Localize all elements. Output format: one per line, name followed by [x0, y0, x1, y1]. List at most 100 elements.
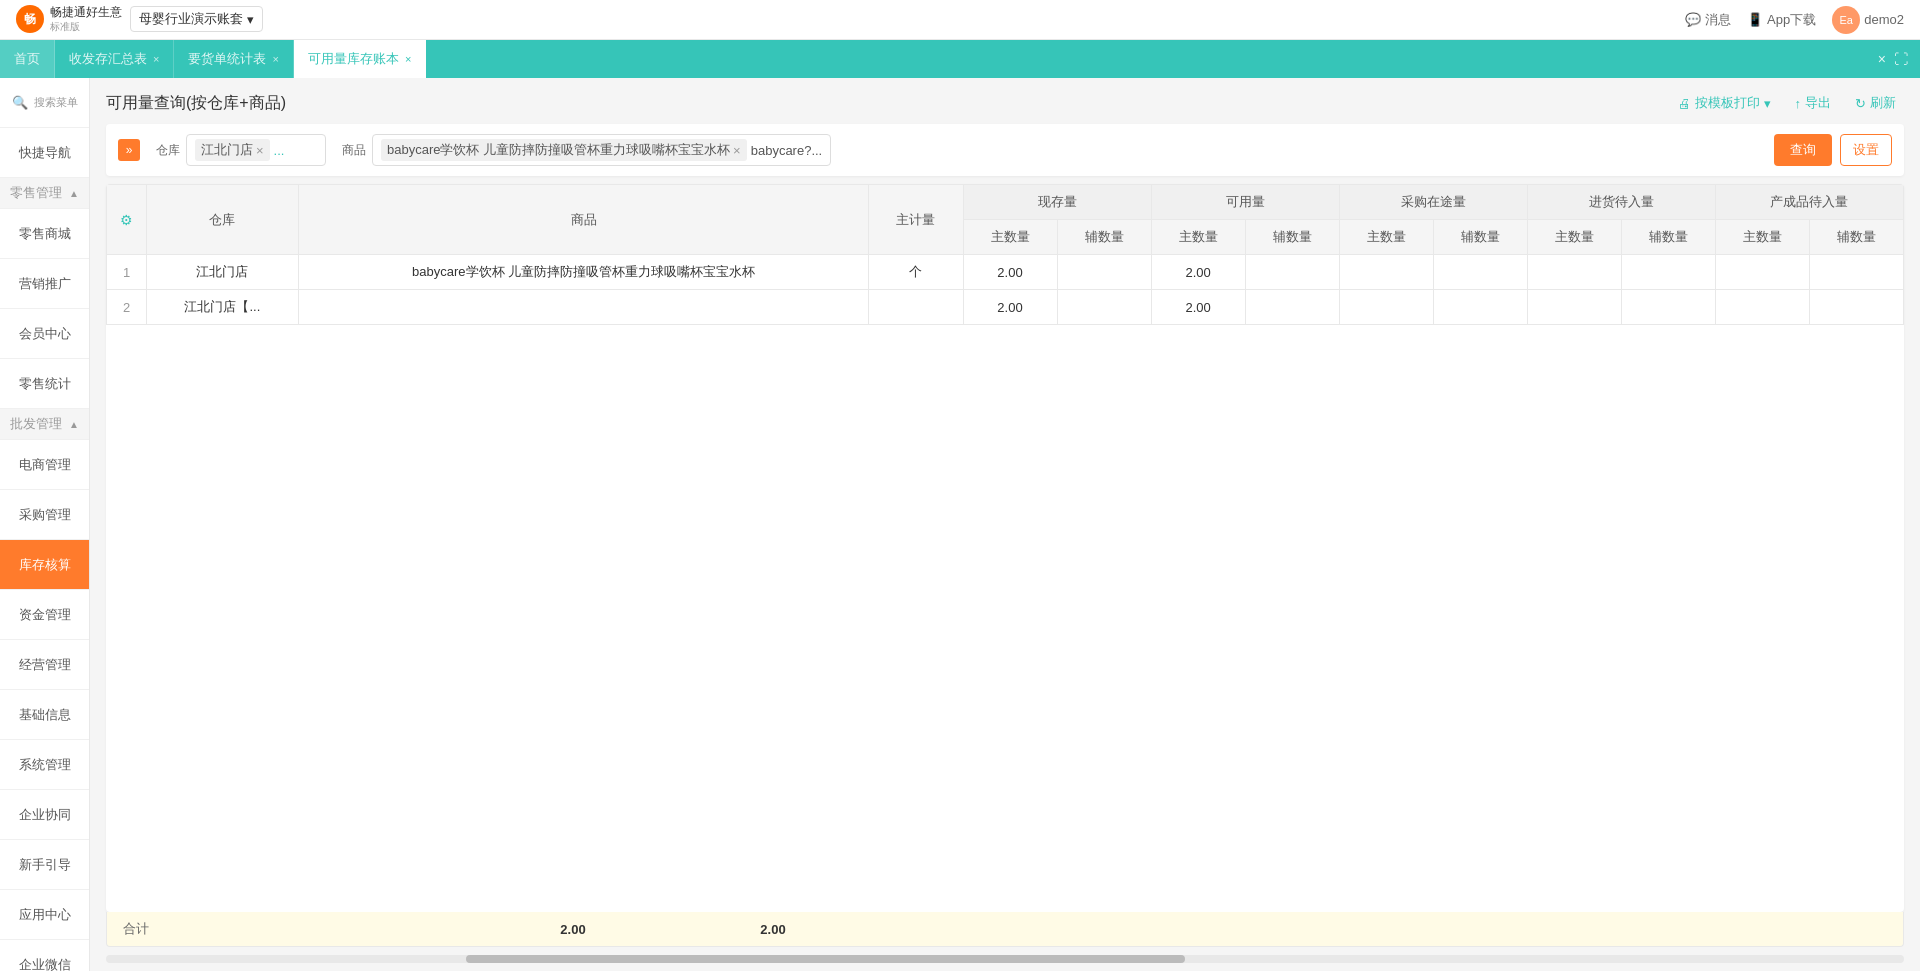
- logo-text: 畅捷通好生意: [50, 5, 122, 19]
- tab-receipt-summary[interactable]: 收发存汇总表 ×: [55, 40, 174, 78]
- sidebar-item-ops[interactable]: 经营管理: [0, 640, 89, 690]
- query-btn[interactable]: 查询: [1774, 134, 1832, 166]
- sidebar-item-quick-nav[interactable]: 快捷导航: [0, 128, 89, 178]
- sidebar-item-enterprise-wechat[interactable]: 企业微信: [0, 940, 89, 971]
- row-finished-aux-1: [1809, 255, 1903, 290]
- sidebar-item-finance[interactable]: 资金管理: [0, 590, 89, 640]
- app-download-action[interactable]: 📱 App下载: [1747, 11, 1816, 29]
- sidebar-item-app-center[interactable]: 应用中心: [0, 890, 89, 940]
- th-purchase-main: 主数量: [1339, 220, 1433, 255]
- sidebar-item-ecommerce[interactable]: 电商管理: [0, 440, 89, 490]
- table-area: ⚙ 仓库 商品 主计量 现存量 可用量 采购在途量 进货待入量 产成品待入量 主…: [106, 184, 1904, 912]
- scroll-bar-area[interactable]: [106, 955, 1904, 963]
- row-goods-aux-1: [1621, 255, 1715, 290]
- th-current-stock: 现存量: [963, 185, 1151, 220]
- tab-inventory-close[interactable]: ×: [405, 53, 411, 65]
- product-tag-value: babycare学饮杯 儿童防摔防撞吸管杯重力球吸嘴杯宝宝水杯: [387, 141, 730, 159]
- sidebar-item-inventory[interactable]: 库存核算: [0, 540, 89, 590]
- basic-info-label: 基础信息: [19, 706, 71, 724]
- sidebar-item-member-center[interactable]: 会员中心: [0, 309, 89, 359]
- row-unit-2: [869, 290, 963, 325]
- row-product-1: babycare学饮杯 儿童防摔防撞吸管杯重力球吸嘴杯宝宝水杯: [298, 255, 869, 290]
- warehouse-tag-remove[interactable]: ×: [256, 143, 264, 158]
- ops-label: 经营管理: [19, 656, 71, 674]
- th-stock-main: 主数量: [963, 220, 1057, 255]
- sidebar-item-new-guide[interactable]: 新手引导: [0, 840, 89, 890]
- sidebar-header-retail: 零售管理 ▲: [0, 178, 89, 209]
- template-print-label: 按模板打印: [1695, 94, 1760, 112]
- tab-order-stats[interactable]: 要货单统计表 ×: [174, 40, 293, 78]
- sidebar-search[interactable]: 🔍 搜索菜单: [0, 78, 89, 128]
- sidebar-item-retail-stats[interactable]: 零售统计: [0, 359, 89, 409]
- row-stock-main-2: 2.00: [963, 290, 1057, 325]
- footer-stock-main: 2.00: [523, 922, 623, 937]
- sidebar-item-retail-mall[interactable]: 零售商城: [0, 209, 89, 259]
- retail-mall-label: 零售商城: [19, 225, 71, 243]
- th-goods-pending: 进货待入量: [1527, 185, 1715, 220]
- row-purchase-aux-2: [1433, 290, 1527, 325]
- avatar: Ea: [1832, 6, 1860, 34]
- warehouse-tag: 江北门店 ×: [195, 139, 270, 161]
- logo-icon: 畅: [16, 5, 44, 33]
- sidebar-item-system[interactable]: 系统管理: [0, 740, 89, 790]
- tab-home[interactable]: 首页: [0, 40, 55, 78]
- message-action[interactable]: 💬 消息: [1685, 11, 1731, 29]
- product-tag: babycare学饮杯 儿童防摔防撞吸管杯重力球吸嘴杯宝宝水杯 ×: [381, 139, 747, 161]
- sidebar-item-purchase[interactable]: 采购管理: [0, 490, 89, 540]
- tab-order-close[interactable]: ×: [272, 53, 278, 65]
- template-print-btn[interactable]: 🖨 按模板打印 ▾: [1670, 90, 1779, 116]
- gear-icon[interactable]: ⚙: [120, 212, 133, 228]
- user-action[interactable]: Ea demo2: [1832, 6, 1904, 34]
- row-warehouse-1: 江北门店: [147, 255, 299, 290]
- tab-inventory-label: 可用量库存账本: [308, 50, 399, 68]
- refresh-btn[interactable]: ↻ 刷新: [1847, 90, 1904, 116]
- chevron-icon: ▾: [1764, 96, 1771, 111]
- app-download-label: App下载: [1767, 11, 1816, 29]
- product-filter-input[interactable]: babycare学饮杯 儿童防摔防撞吸管杯重力球吸嘴杯宝宝水杯 × babyca…: [372, 134, 831, 166]
- warehouse-filter-input[interactable]: 江北门店 × ...: [186, 134, 326, 166]
- export-label: 导出: [1805, 94, 1831, 112]
- sidebar-item-marketing[interactable]: 营销推广: [0, 259, 89, 309]
- sidebar-item-basic-info[interactable]: 基础信息: [0, 690, 89, 740]
- tab-available-inventory[interactable]: 可用量库存账本 ×: [294, 40, 426, 78]
- expand-icon[interactable]: ⛶: [1894, 51, 1908, 67]
- tab-receipt-close[interactable]: ×: [153, 53, 159, 65]
- row-purchase-main-1: [1339, 255, 1433, 290]
- app-center-label: 应用中心: [19, 906, 71, 924]
- page-header: 可用量查询(按仓库+商品) 🖨 按模板打印 ▾ ↑ 导出 ↻ 刷新: [90, 78, 1920, 124]
- th-stock-aux: 辅数量: [1057, 220, 1151, 255]
- top-bar-left: 畅 畅捷通好生意 标准版 母婴行业演示账套 ▾: [16, 5, 263, 33]
- purchase-label: 采购管理: [19, 506, 71, 524]
- message-icon: 💬: [1685, 12, 1701, 27]
- row-avail-aux-1: [1245, 255, 1339, 290]
- warehouse-ellipsis: ...: [274, 143, 285, 158]
- th-finished-pending: 产成品待入量: [1715, 185, 1903, 220]
- row-goods-aux-2: [1621, 290, 1715, 325]
- table-row: 1 江北门店 babycare学饮杯 儿童防摔防撞吸管杯重力球吸嘴杯宝宝水杯 个…: [107, 255, 1904, 290]
- top-bar-right: 💬 消息 📱 App下载 Ea demo2: [1685, 6, 1904, 34]
- scroll-bar-thumb[interactable]: [466, 955, 1185, 963]
- row-goods-main-2: [1527, 290, 1621, 325]
- sidebar-item-enterprise-coop[interactable]: 企业协同: [0, 790, 89, 840]
- th-avail-aux: 辅数量: [1245, 220, 1339, 255]
- close-all-icon[interactable]: ×: [1878, 51, 1886, 67]
- footer-avail-main: 2.00: [723, 922, 823, 937]
- export-btn[interactable]: ↑ 导出: [1787, 90, 1840, 116]
- row-warehouse-2: 江北门店【...: [147, 290, 299, 325]
- new-guide-label: 新手引导: [19, 856, 71, 874]
- settings-btn[interactable]: 设置: [1840, 134, 1892, 166]
- row-purchase-aux-1: [1433, 255, 1527, 290]
- row-num-1: 1: [107, 255, 147, 290]
- filter-expand-btn[interactable]: »: [118, 139, 140, 161]
- row-num-2: 2: [107, 290, 147, 325]
- product-tag-remove[interactable]: ×: [733, 143, 741, 158]
- tab-receipt-label: 收发存汇总表: [69, 50, 147, 68]
- retail-mgmt-label: 零售管理: [10, 184, 62, 202]
- industry-label: 母婴行业演示账套: [139, 10, 243, 28]
- row-finished-aux-2: [1809, 290, 1903, 325]
- th-finished-main: 主数量: [1715, 220, 1809, 255]
- refresh-label: 刷新: [1870, 94, 1896, 112]
- nav-tabs: 首页 收发存汇总表 × 要货单统计表 × 可用量库存账本 × × ⛶: [0, 40, 1920, 78]
- industry-selector[interactable]: 母婴行业演示账套 ▾: [130, 6, 263, 32]
- table-footer: 合计 2.00 2.00: [106, 912, 1904, 947]
